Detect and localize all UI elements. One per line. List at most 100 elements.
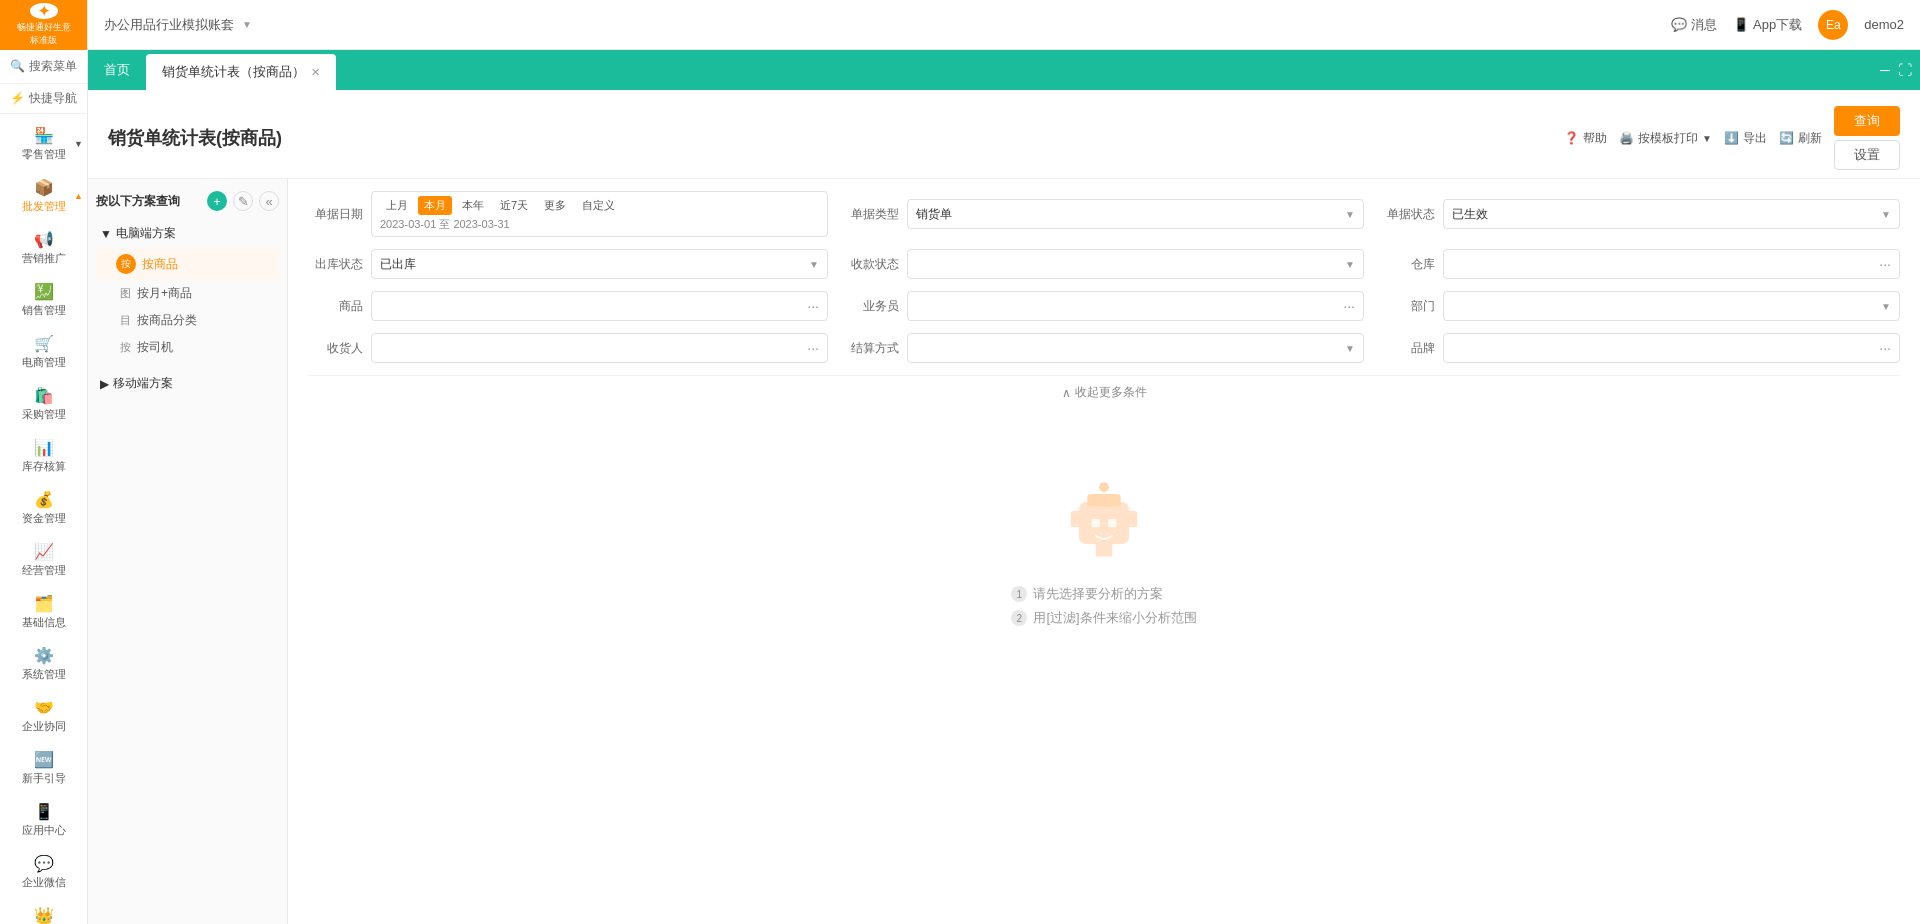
product-dots[interactable]: ··· bbox=[807, 298, 819, 314]
minimize-btn[interactable]: ─ bbox=[1880, 62, 1890, 78]
dept-arrow: ▼ bbox=[1881, 301, 1891, 312]
date-tab-this-month[interactable]: 本月 bbox=[418, 196, 452, 215]
sidebar-item-system[interactable]: ⚙️ 系统管理 bbox=[0, 638, 87, 690]
retail-icon: 🏪 bbox=[34, 126, 54, 145]
date-tab-more[interactable]: 更多 bbox=[538, 196, 572, 215]
close-tab-btn[interactable]: ✕ bbox=[311, 66, 320, 79]
svg-rect-5 bbox=[1096, 544, 1113, 557]
download-icon: 📱 bbox=[1733, 17, 1749, 32]
receiver-dots[interactable]: ··· bbox=[807, 340, 819, 356]
sidebar-item-retail[interactable]: 🏪 零售管理 ▼ bbox=[0, 118, 87, 170]
desktop-group-header[interactable]: ▼ 电脑端方案 bbox=[96, 219, 279, 248]
sidebar-quick-nav[interactable]: ⚡ 快捷导航 bbox=[0, 84, 87, 114]
sidebar-item-appcenter[interactable]: 📱 应用中心 bbox=[0, 794, 87, 846]
type-filter-control[interactable]: 销货单 ▼ bbox=[907, 199, 1364, 229]
date-tab-last-month[interactable]: 上月 bbox=[380, 196, 414, 215]
export-label: 导出 bbox=[1743, 130, 1767, 147]
scheme-item-by-product[interactable]: 按 按商品 bbox=[96, 248, 279, 280]
setting-button[interactable]: 设置 bbox=[1834, 140, 1900, 170]
sidebar-item-basic[interactable]: 🗂️ 基础信息 bbox=[0, 586, 87, 638]
scheme-item-by-category[interactable]: 目 按商品分类 bbox=[96, 307, 279, 334]
add-scheme-btn[interactable]: + bbox=[207, 191, 227, 211]
brand-dots[interactable]: ··· bbox=[1879, 340, 1891, 356]
salesperson-dots[interactable]: ··· bbox=[1343, 298, 1355, 314]
sidebar-item-operations[interactable]: 📈 经营管理 bbox=[0, 534, 87, 586]
scheme-item-by-month-product[interactable]: 图 按月+商品 bbox=[96, 280, 279, 307]
sales-icon: 💹 bbox=[34, 282, 54, 301]
sidebar-item-ecommerce[interactable]: 🛒 电商管理 bbox=[0, 326, 87, 378]
mobile-group-header[interactable]: ▶ 移动端方案 bbox=[96, 369, 279, 398]
member-icon: 👑 bbox=[34, 906, 54, 924]
logo-text: 畅捷通好生意 bbox=[17, 21, 71, 34]
svg-point-7 bbox=[1099, 482, 1109, 492]
dept-control[interactable]: ▼ bbox=[1443, 291, 1900, 321]
warehouse-control[interactable]: ··· bbox=[1443, 249, 1900, 279]
date-tab-7days[interactable]: 近7天 bbox=[494, 196, 534, 215]
app-download-btn[interactable]: 📱 App下载 bbox=[1733, 16, 1802, 34]
tab-sales-stat[interactable]: 销货单统计表（按商品） ✕ bbox=[146, 54, 336, 90]
query-button[interactable]: 查询 bbox=[1834, 106, 1900, 136]
svg-rect-1 bbox=[1071, 511, 1081, 528]
salesperson-label: 业务员 bbox=[844, 298, 899, 315]
sidebar-item-member[interactable]: 👑 畅会员 bbox=[0, 898, 87, 924]
brand-control[interactable]: ··· bbox=[1443, 333, 1900, 363]
filter-item-dept: 部门 ▼ bbox=[1380, 291, 1900, 321]
sidebar-item-sales[interactable]: 💹 销售管理 bbox=[0, 274, 87, 326]
maximize-btn[interactable]: ⛶ bbox=[1898, 62, 1912, 78]
sidebar-item-guide[interactable]: 🆕 新手引导 bbox=[0, 742, 87, 794]
receiver-control[interactable]: ··· bbox=[371, 333, 828, 363]
filter-item-warehouse: 仓库 ··· bbox=[1380, 249, 1900, 279]
payment-method-control[interactable]: ▼ bbox=[907, 333, 1364, 363]
sidebar-item-wechat[interactable]: 💬 企业微信 bbox=[0, 846, 87, 898]
help-btn[interactable]: ❓ 帮助 bbox=[1564, 130, 1607, 147]
edit-scheme-btn[interactable]: ✎ bbox=[233, 191, 253, 211]
message-label: 消息 bbox=[1691, 16, 1717, 34]
enterprise-icon: 🤝 bbox=[34, 698, 54, 717]
filter-item-payment-method: 结算方式 ▼ bbox=[844, 333, 1364, 363]
status-filter-control[interactable]: 已生效 ▼ bbox=[1443, 199, 1900, 229]
collapse-panel-btn[interactable]: « bbox=[259, 191, 279, 211]
store-status-control[interactable]: 已出库 ▼ bbox=[371, 249, 828, 279]
warehouse-dots[interactable]: ··· bbox=[1879, 256, 1891, 272]
refresh-btn[interactable]: 🔄 刷新 bbox=[1779, 130, 1822, 147]
filter-item-type: 单据类型 销货单 ▼ bbox=[844, 199, 1364, 229]
user-avatar[interactable]: Ea bbox=[1818, 10, 1848, 40]
body-layout: 按以下方案查询 + ✎ « ▼ 电脑端方案 bbox=[88, 179, 1920, 924]
app-logo: ✦ 畅捷通好生意 标准版 bbox=[0, 0, 87, 50]
mobile-group-label: 移动端方案 bbox=[113, 375, 173, 392]
sidebar-item-wholesale[interactable]: 📦 批发管理 ▲ bbox=[0, 170, 87, 222]
page-header: 销货单统计表(按商品) ❓ 帮助 🖨️ 按模板打印 ▼ ⬇️ 导出 bbox=[88, 90, 1920, 179]
payment-status-control[interactable]: ▼ bbox=[907, 249, 1364, 279]
scheme-icon-by-product: 按 bbox=[116, 254, 136, 274]
main-content: 办公用品行业模拟账套 ▼ 💬 消息 📱 App下载 Ea demo2 首页 销货… bbox=[88, 0, 1920, 924]
status-dropdown-arrow: ▼ bbox=[1881, 209, 1891, 220]
date-tab-custom[interactable]: 自定义 bbox=[576, 196, 621, 215]
salesperson-control[interactable]: ··· bbox=[907, 291, 1364, 321]
store-status-value: 已出库 bbox=[380, 256, 416, 273]
collapse-row: ∧ 收起更多条件 bbox=[308, 375, 1900, 409]
date-tab-this-year[interactable]: 本年 bbox=[456, 196, 490, 215]
collapse-filters-btn[interactable]: ∧ 收起更多条件 bbox=[1062, 384, 1147, 401]
print-dropdown-arrow: ▼ bbox=[1702, 133, 1712, 144]
breadcrumb-arrow[interactable]: ▼ bbox=[242, 19, 252, 30]
sidebar-item-enterprise[interactable]: 🤝 企业协同 bbox=[0, 690, 87, 742]
export-btn[interactable]: ⬇️ 导出 bbox=[1724, 130, 1767, 147]
date-filter-control[interactable]: 上月 本月 本年 近7天 更多 自定义 2023-03-01 至 2023-03… bbox=[371, 191, 828, 237]
svg-rect-6 bbox=[1087, 494, 1120, 507]
scheme-item-by-cashier[interactable]: 按 按司机 bbox=[96, 334, 279, 361]
sidebar-item-finance[interactable]: 💰 资金管理 bbox=[0, 482, 87, 534]
sidebar-item-inventory[interactable]: 📊 库存核算 bbox=[0, 430, 87, 482]
scheme-sub-icon-1: 图 bbox=[120, 286, 131, 301]
sidebar-item-marketing[interactable]: 📢 营销推广 bbox=[0, 222, 87, 274]
filter-item-store-status: 出库状态 已出库 ▼ bbox=[308, 249, 828, 279]
print-template-btn[interactable]: 🖨️ 按模板打印 ▼ bbox=[1619, 130, 1712, 147]
message-btn[interactable]: 💬 消息 bbox=[1671, 16, 1717, 34]
tab-home[interactable]: 首页 bbox=[88, 50, 146, 90]
sidebar-item-purchase[interactable]: 🛍️ 采购管理 bbox=[0, 378, 87, 430]
sidebar: ✦ 畅捷通好生意 标准版 🔍 搜索菜单 ⚡ 快捷导航 🏪 零售管理 ▼ 📦 批发… bbox=[0, 0, 88, 924]
page-content: 销货单统计表(按商品) ❓ 帮助 🖨️ 按模板打印 ▼ ⬇️ 导出 bbox=[88, 90, 1920, 924]
inventory-icon: 📊 bbox=[34, 438, 54, 457]
sidebar-search[interactable]: 🔍 搜索菜单 bbox=[0, 50, 87, 84]
guide-icon: 🆕 bbox=[34, 750, 54, 769]
product-control[interactable]: ··· bbox=[371, 291, 828, 321]
